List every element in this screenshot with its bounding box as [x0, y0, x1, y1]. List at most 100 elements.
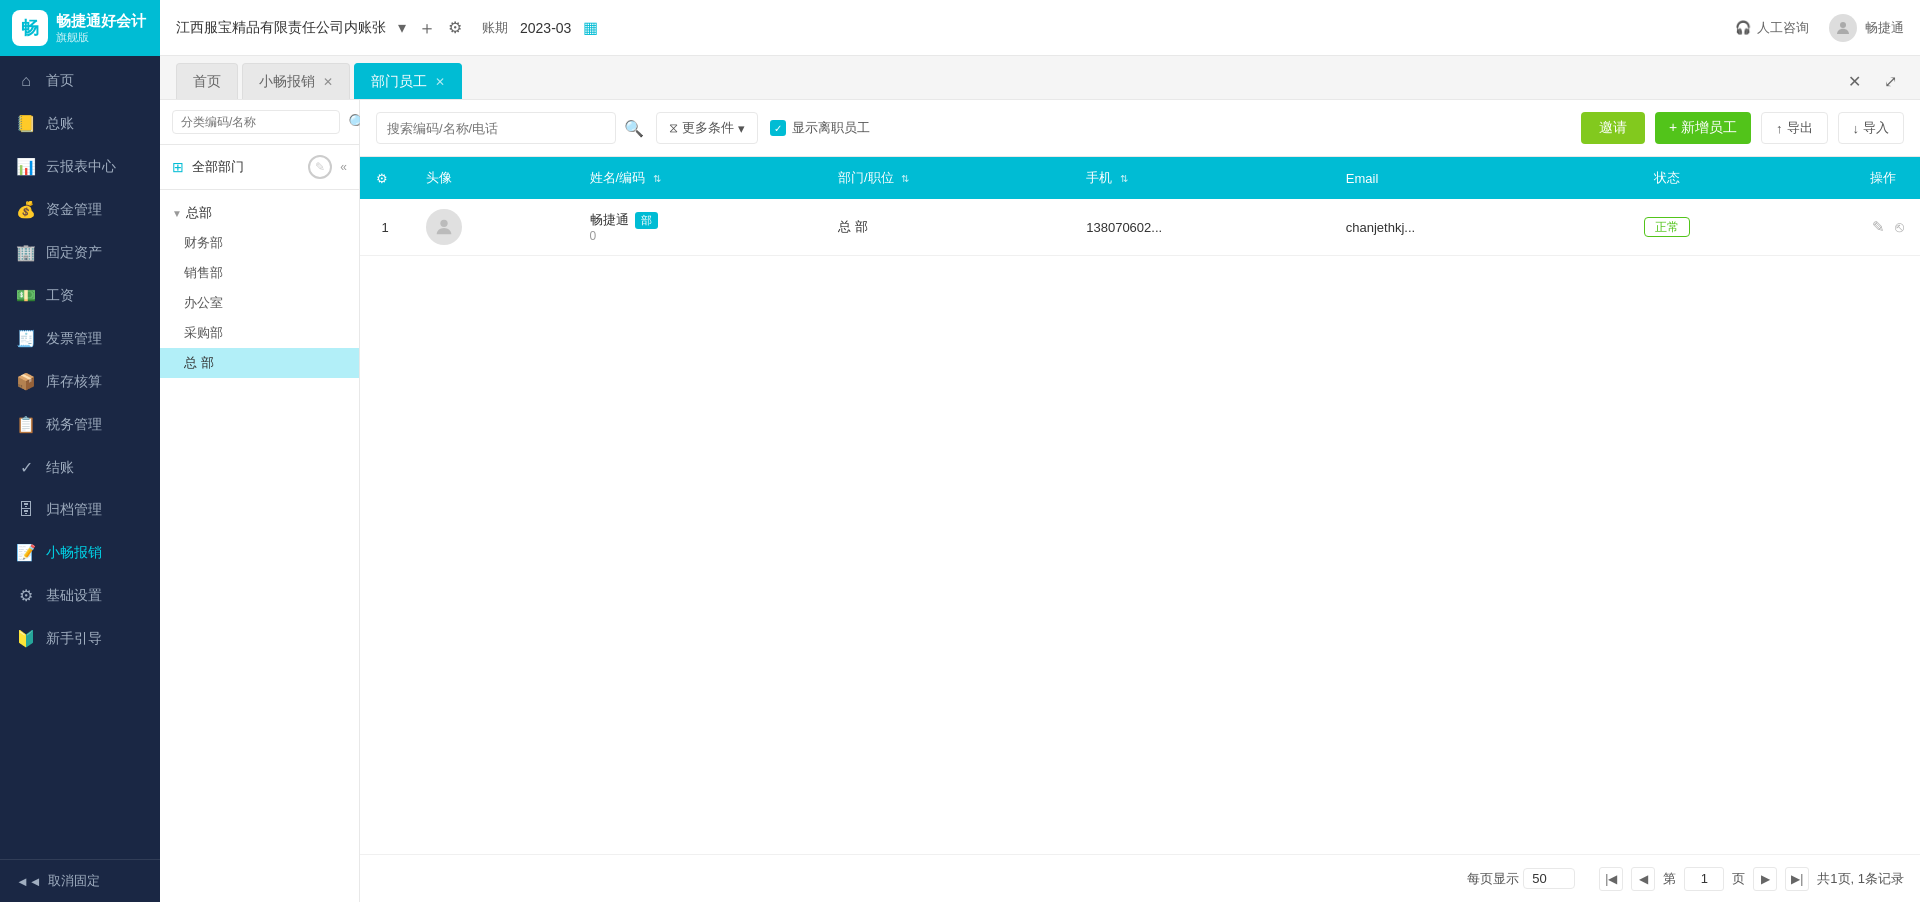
nav-item-inventory[interactable]: 📦 库存核算: [0, 360, 160, 403]
dept-node-finance[interactable]: 财务部: [160, 228, 359, 258]
tab-home[interactable]: 首页: [176, 63, 238, 99]
show-resigned-checkbox[interactable]: ✓ 显示离职员工: [770, 119, 870, 137]
page-di-label: 第: [1663, 870, 1676, 888]
tab-dept[interactable]: 部门员工 ✕: [354, 63, 462, 99]
logout-employee-button[interactable]: ⎋: [1895, 218, 1904, 236]
nav-item-close[interactable]: ✓ 结账: [0, 446, 160, 489]
nav-item-assets[interactable]: 🏢 固定资产: [0, 231, 160, 274]
nav-label-guide: 新手引导: [46, 630, 102, 648]
toolbar-right: 邀请 + 新增员工 ↑ 导出 ↓ 导入: [1581, 112, 1904, 144]
th-dept-label: 部门/职位: [838, 170, 894, 185]
employee-name: 畅捷通: [590, 211, 629, 229]
logo-text-block: 畅捷通好会计 旗舰版: [56, 12, 146, 45]
archive-icon: 🗄: [16, 501, 36, 519]
th-avatar-label: 头像: [426, 170, 452, 185]
dept-tree: ▼ 总部 财务部 销售部 办公室 采购部 总 部: [160, 190, 359, 902]
page-size-select[interactable]: 50 100 200: [1523, 868, 1575, 889]
next-page-button[interactable]: ▶: [1753, 867, 1777, 891]
nav-item-settings[interactable]: ⚙ 基础设置: [0, 574, 160, 617]
employee-code: 0: [590, 229, 806, 243]
th-phone[interactable]: 手机 ⇅: [1070, 157, 1330, 199]
settings-icon: ⚙: [16, 586, 36, 605]
dept-root-label: 总部: [186, 204, 212, 222]
dept-node-root[interactable]: ▼ 总部: [160, 198, 359, 228]
tabs-bar: 首页 小畅报销 ✕ 部门员工 ✕ ✕ ⤢: [160, 56, 1920, 100]
tab-dept-close[interactable]: ✕: [435, 75, 445, 89]
nav-item-guide[interactable]: 🔰 新手引导: [0, 617, 160, 660]
support-button[interactable]: 🎧 人工咨询: [1735, 19, 1809, 37]
employee-avatar: [426, 209, 462, 245]
th-name[interactable]: 姓名/编码 ⇅: [574, 157, 822, 199]
last-page-button[interactable]: ▶|: [1785, 867, 1809, 891]
guide-icon: 🔰: [16, 629, 36, 648]
calendar-icon[interactable]: ▦: [583, 18, 598, 37]
tab-expense[interactable]: 小畅报销 ✕: [242, 63, 350, 99]
sort-name-icon: ⇅: [653, 173, 661, 184]
page-ye-label: 页: [1732, 870, 1745, 888]
app-sub: 旗舰版: [56, 30, 146, 45]
payroll-icon: 💵: [16, 286, 36, 305]
filter-icon: ⧖: [669, 120, 678, 136]
th-dept[interactable]: 部门/职位 ⇅: [822, 157, 1070, 199]
unpin-button[interactable]: ◄◄ 取消固定: [0, 859, 160, 902]
dept-search-input[interactable]: [172, 110, 340, 134]
th-status-label: 状态: [1654, 170, 1680, 185]
dept-node-purchase[interactable]: 采购部: [160, 318, 359, 348]
nav-item-payroll[interactable]: 💵 工资: [0, 274, 160, 317]
expand-tab-button[interactable]: ⤢: [1876, 67, 1904, 95]
import-icon: ↓: [1853, 121, 1860, 136]
nav-item-reports[interactable]: 📊 云报表中心: [0, 145, 160, 188]
add-employee-button[interactable]: + 新增员工: [1655, 112, 1751, 144]
nav-item-home[interactable]: ⌂ 首页: [0, 60, 160, 102]
nav-label-ledger: 总账: [46, 115, 74, 133]
page-number-input[interactable]: [1684, 867, 1724, 891]
expense-icon: 📝: [16, 543, 36, 562]
nav-item-invoice[interactable]: 🧾 发票管理: [0, 317, 160, 360]
nav-item-expense[interactable]: 📝 小畅报销: [0, 531, 160, 574]
tab-expense-label: 小畅报销: [259, 73, 315, 91]
invite-button[interactable]: 邀请: [1581, 112, 1645, 144]
all-depts-label: 全部部门: [192, 158, 244, 176]
collapse-panel-button[interactable]: «: [340, 160, 347, 174]
nav-label-settings: 基础设置: [46, 587, 102, 605]
settings-gear-icon[interactable]: ⚙: [448, 18, 462, 37]
topbar-right: 🎧 人工咨询 畅捷通: [1735, 14, 1904, 42]
edit-employee-button[interactable]: ✎: [1872, 218, 1885, 236]
nav-label-expense: 小畅报销: [46, 544, 102, 562]
first-page-button[interactable]: |◀: [1599, 867, 1623, 891]
tax-icon: 📋: [16, 415, 36, 434]
reports-icon: 📊: [16, 157, 36, 176]
employee-search-input[interactable]: [376, 112, 616, 144]
tab-home-label: 首页: [193, 73, 221, 91]
company-dropdown-icon[interactable]: ▾: [398, 18, 406, 37]
dept-node-sales[interactable]: 销售部: [160, 258, 359, 288]
nav-menu: ⌂ 首页 📒 总账 📊 云报表中心 💰 资金管理 🏢 固定资产 💵 工资 🧾 发…: [0, 56, 160, 859]
dept-node-office[interactable]: 办公室: [160, 288, 359, 318]
employee-search-icon[interactable]: 🔍: [624, 119, 644, 138]
export-button[interactable]: ↑ 导出: [1761, 112, 1828, 144]
nav-label-close: 结账: [46, 459, 74, 477]
dept-edit-button[interactable]: ✎: [308, 155, 332, 179]
dept-node-general[interactable]: 总 部: [160, 348, 359, 378]
tab-expense-close[interactable]: ✕: [323, 75, 333, 89]
th-settings[interactable]: ⚙: [360, 157, 410, 199]
name-badge-container: 畅捷通 部: [590, 211, 658, 229]
nav-label-payroll: 工资: [46, 287, 74, 305]
more-filter-button[interactable]: ⧖ 更多条件 ▾: [656, 112, 758, 144]
nav-label-invoice: 发票管理: [46, 330, 102, 348]
all-depts-header[interactable]: ⊞ 全部部门 ✎ «: [160, 145, 359, 190]
nav-item-ledger[interactable]: 📒 总账: [0, 102, 160, 145]
prev-page-button[interactable]: ◀: [1631, 867, 1655, 891]
nav-item-capital[interactable]: 💰 资金管理: [0, 188, 160, 231]
nav-item-tax[interactable]: 📋 税务管理: [0, 403, 160, 446]
company-name: 江西服宝精品有限责任公司内账张: [176, 19, 386, 37]
nav-label-home: 首页: [46, 72, 74, 90]
expand-icon: ▼: [172, 208, 182, 219]
import-button[interactable]: ↓ 导入: [1838, 112, 1905, 144]
add-company-button[interactable]: ＋: [418, 16, 436, 40]
capital-icon: 💰: [16, 200, 36, 219]
nav-label-archive: 归档管理: [46, 501, 102, 519]
close-tab-button[interactable]: ✕: [1840, 67, 1868, 95]
user-menu[interactable]: 畅捷通: [1829, 14, 1904, 42]
nav-item-archive[interactable]: 🗄 归档管理: [0, 489, 160, 531]
